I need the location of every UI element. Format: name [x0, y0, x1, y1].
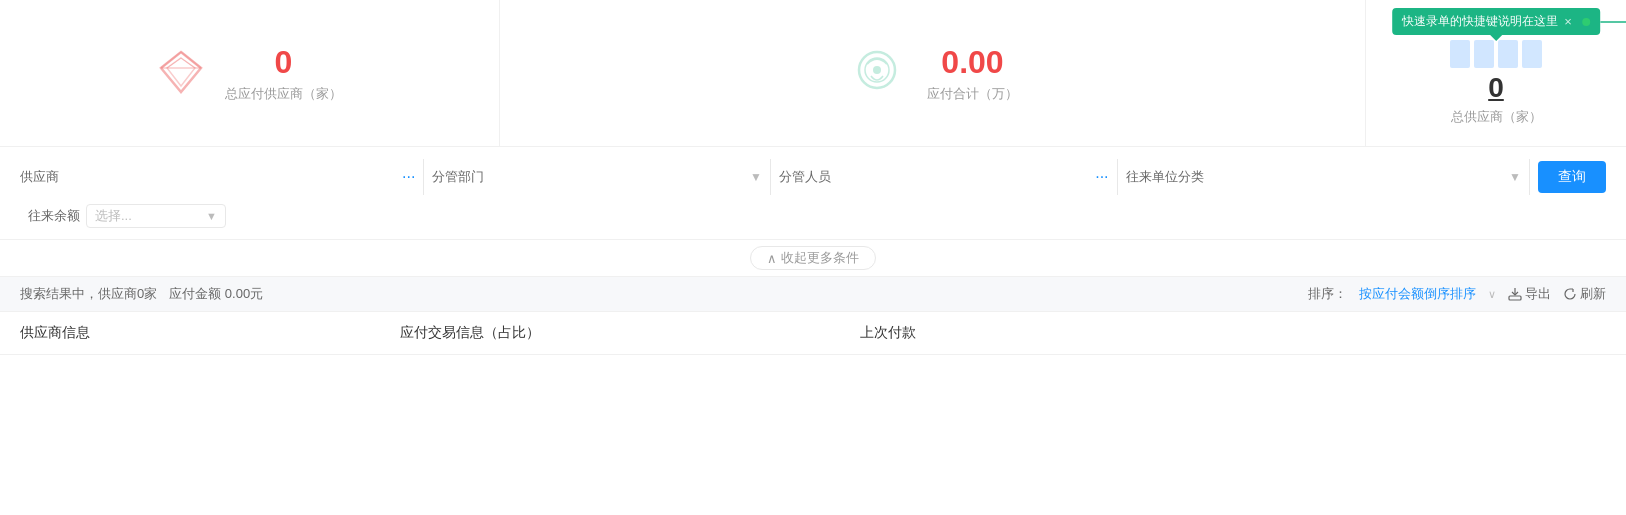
collapse-icon: ∧	[767, 251, 777, 266]
export-label: 导出	[1525, 285, 1551, 303]
svg-point-9	[873, 66, 881, 74]
total-payable-stat: 0 总应付供应商（家）	[225, 43, 342, 103]
results-bar: 搜索结果中，供应商0家 应付金额 0.00元 排序： 按应付会额倒序排序 ∨ 导…	[0, 277, 1626, 312]
export-button[interactable]: 导出	[1508, 285, 1551, 303]
tooltip-dot	[1582, 18, 1590, 26]
person-filter: 分管人员 ···	[771, 159, 1118, 195]
sort-label: 排序：	[1308, 285, 1347, 303]
person-label: 分管人员	[779, 168, 831, 186]
filter-row-1: 供应商 ··· 分管部门 ▼ 分管人员 ··· 往来单位分类 ▼ 查询	[20, 159, 1606, 195]
refresh-icon	[1563, 287, 1577, 301]
refresh-label: 刷新	[1580, 285, 1606, 303]
query-button[interactable]: 查询	[1538, 161, 1606, 193]
supplier-label: 供应商	[20, 168, 59, 186]
stat-block-middle: 0.00 应付合计（万）	[500, 0, 1366, 146]
balance-label: 往来余额	[28, 207, 80, 225]
shortcut-tooltip: 快速录单的快捷键说明在这里 ×	[1392, 8, 1600, 35]
unit-category-filter: 往来单位分类 ▼	[1118, 159, 1530, 195]
filter-bar: 供应商 ··· 分管部门 ▼ 分管人员 ··· 往来单位分类 ▼ 查询	[0, 147, 1626, 240]
table-col-last-payment: 上次付款	[860, 324, 1606, 342]
export-icon	[1508, 287, 1522, 301]
dept-chevron[interactable]: ▼	[750, 170, 762, 184]
total-payable-number: 0	[225, 43, 342, 81]
stat-block-left: 0 总应付供应商（家）	[0, 0, 500, 146]
stats-bar: 0 总应付供应商（家） 0.00 应付合计（万） 快速录单的快捷键说明在这里 ×	[0, 0, 1626, 147]
blue-icon-area	[1450, 40, 1542, 68]
collapse-button[interactable]: ∧ 收起更多条件	[750, 246, 876, 270]
refresh-button[interactable]: 刷新	[1563, 285, 1606, 303]
table-body	[0, 355, 1626, 515]
table-col-supplier: 供应商信息	[20, 324, 400, 342]
payable-total-stat: 0.00 应付合计（万）	[927, 43, 1018, 103]
dept-filter: 分管部门 ▼	[424, 159, 771, 195]
sort-chevron[interactable]: ∨	[1488, 288, 1496, 301]
collapse-bar: ∧ 收起更多条件	[0, 240, 1626, 277]
person-input[interactable]	[837, 170, 1095, 185]
supplier-input[interactable]	[65, 170, 402, 185]
total-suppliers-label: 总供应商（家）	[1451, 108, 1542, 126]
dept-label: 分管部门	[432, 168, 484, 186]
tooltip-close-btn[interactable]: ×	[1564, 14, 1572, 29]
payable-total-number: 0.00	[927, 43, 1018, 81]
diamond-icon	[157, 48, 205, 99]
mint-icon	[847, 42, 907, 105]
unit-category-label: 往来单位分类	[1126, 168, 1204, 186]
balance-placeholder: 选择...	[95, 207, 132, 225]
results-actions: 排序： 按应付会额倒序排序 ∨ 导出 刷新	[1308, 285, 1606, 303]
balance-chevron[interactable]: ▼	[206, 210, 217, 222]
unit-category-chevron[interactable]: ▼	[1509, 170, 1521, 184]
total-payable-label: 总应付供应商（家）	[225, 85, 342, 103]
table-col-payable: 应付交易信息（占比）	[400, 324, 860, 342]
sort-value[interactable]: 按应付会额倒序排序	[1359, 285, 1476, 303]
person-dots[interactable]: ···	[1095, 168, 1108, 186]
collapse-label: 收起更多条件	[781, 249, 859, 267]
results-amount: 应付金额 0.00元	[169, 285, 263, 303]
balance-filter: 往来余额 选择... ▼	[20, 201, 234, 231]
total-suppliers-number[interactable]: 0	[1451, 72, 1542, 104]
table-header: 供应商信息 应付交易信息（占比） 上次付款	[0, 312, 1626, 355]
unit-category-select[interactable]: ▼	[1210, 170, 1521, 184]
dept-select[interactable]: ▼	[490, 170, 762, 184]
svg-rect-11	[1509, 296, 1521, 300]
payable-total-label: 应付合计（万）	[927, 85, 1018, 103]
supplier-dots[interactable]: ···	[402, 168, 415, 186]
total-suppliers-stat: 0 总供应商（家）	[1451, 72, 1542, 126]
results-summary: 搜索结果中，供应商0家 应付金额 0.00元	[20, 285, 263, 303]
results-text: 搜索结果中，供应商0家	[20, 285, 157, 303]
filter-row-2: 往来余额 选择... ▼	[20, 201, 1606, 231]
balance-select[interactable]: 选择... ▼	[86, 204, 226, 228]
supplier-filter: 供应商 ···	[20, 159, 424, 195]
tooltip-text: 快速录单的快捷键说明在这里	[1402, 13, 1558, 30]
stat-block-right: 快速录单的快捷键说明在这里 × 0 总供应商（家）	[1366, 0, 1626, 146]
